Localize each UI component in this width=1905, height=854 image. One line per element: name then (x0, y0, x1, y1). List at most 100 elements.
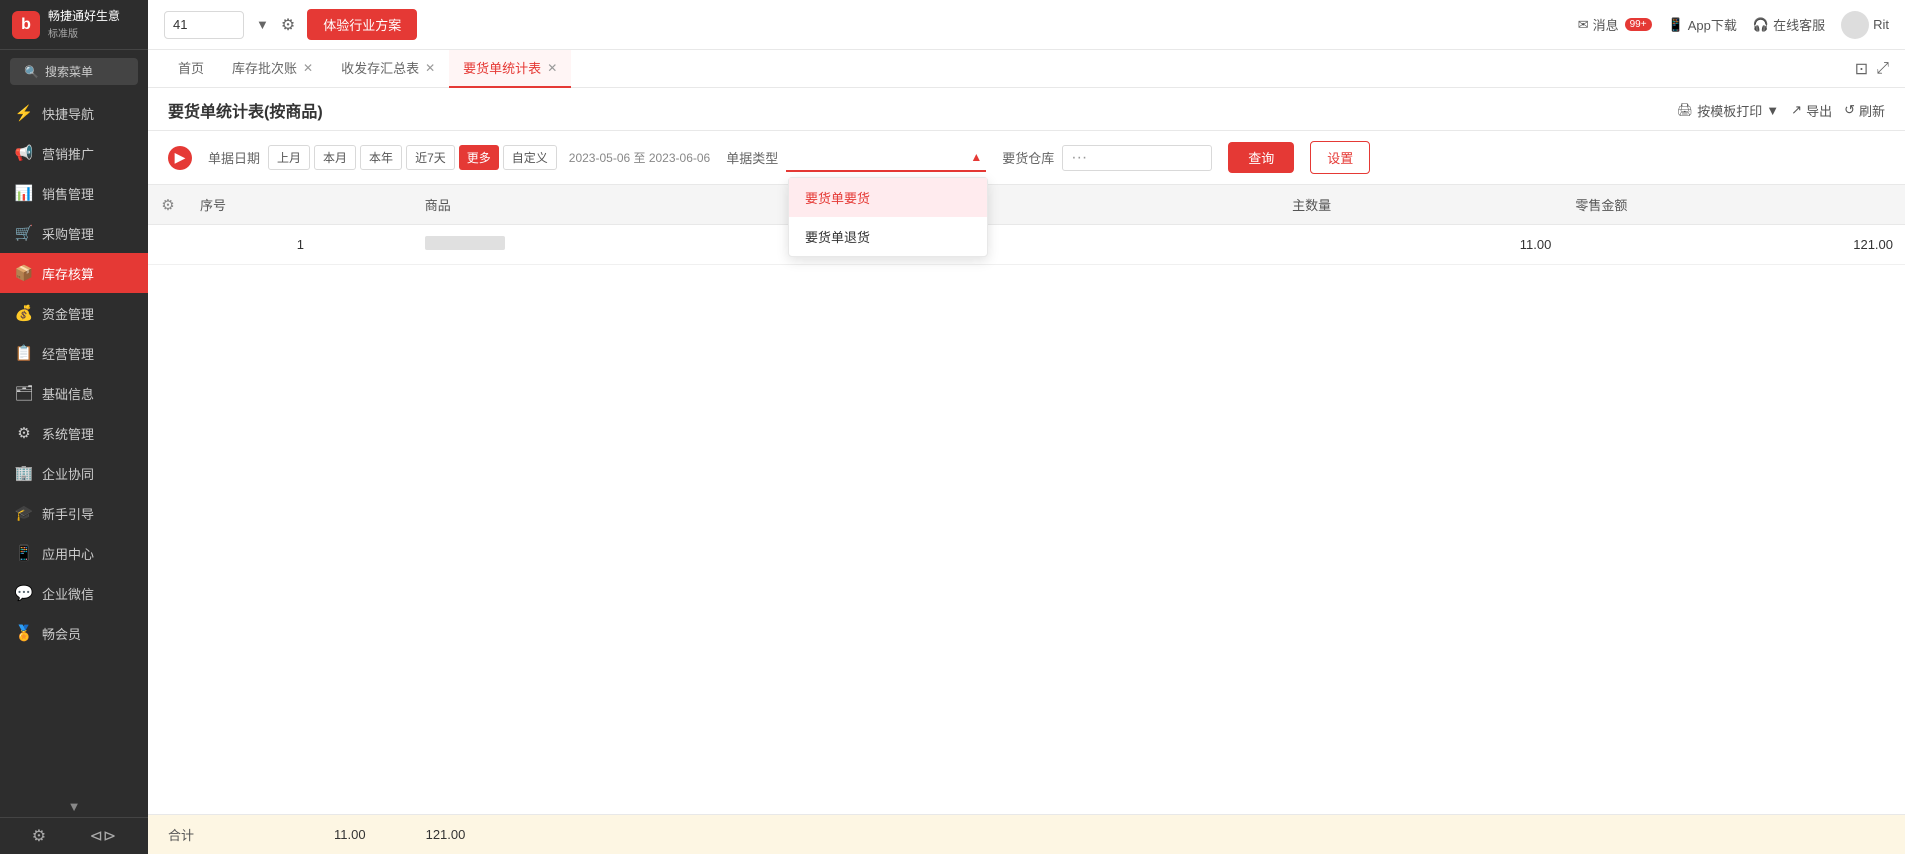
date-btn-last7[interactable]: 近7天 (406, 145, 455, 170)
date-btn-current-month[interactable]: 本月 (314, 145, 356, 170)
tabs-bar: 首页 库存批次账 ✕ 收发存汇总表 ✕ 要货单统计表 ✕ ⊡ ⤢ (148, 50, 1905, 88)
date-btn-prev-month[interactable]: 上月 (268, 145, 310, 170)
tab-receipt-summary-close[interactable]: ✕ (425, 61, 435, 75)
col-amount-header: 零售金额 (1563, 185, 1905, 225)
date-filter-label: 单据日期 (208, 148, 260, 167)
username-label: Rit (1873, 17, 1889, 32)
warehouse-select[interactable]: ··· (1062, 145, 1212, 171)
col-gear-icon[interactable]: ⚙ (161, 197, 174, 214)
refresh-label: 刷新 (1859, 101, 1885, 120)
sidebar-item-operation[interactable]: 📋 经营管理 (0, 333, 148, 373)
print-dropdown-icon: ▼ (1766, 103, 1779, 118)
quick-nav-label: 快捷导航 (42, 104, 94, 123)
sidebar-nav: ⚡ 快捷导航 📢 营销推广 📊 销售管理 🛒 采购管理 📦 库存核算 💰 资金管… (0, 93, 148, 795)
date-btn-current-year[interactable]: 本年 (360, 145, 402, 170)
settings-bottom-icon[interactable]: ⚙ (32, 826, 46, 846)
breadcrumb-dropdown[interactable]: ▼ (256, 17, 269, 32)
system-icon: ⚙ (14, 423, 34, 443)
sidebar-item-membership[interactable]: 🏅 畅会员 (0, 613, 148, 653)
sidebar-item-quick-nav[interactable]: ⚡ 快捷导航 (0, 93, 148, 133)
table-footer: 合计 11.00 121.00 (148, 814, 1905, 854)
tab-fullscreen-icon[interactable]: ⤢ (1876, 60, 1889, 78)
finance-icon: 💰 (14, 303, 34, 323)
tab-expand-icon[interactable]: ⊡ (1855, 59, 1868, 79)
collapse-icon[interactable]: ⊲⊳ (89, 826, 116, 846)
logo-icon: b (12, 11, 40, 39)
order-type-select[interactable]: ▲ (786, 144, 986, 172)
messages-item[interactable]: ✉ 消息 99+ (1578, 15, 1652, 34)
membership-icon: 🏅 (14, 623, 34, 643)
date-btn-custom[interactable]: 自定义 (503, 145, 557, 170)
filter-expand-toggle[interactable]: ▶ (168, 146, 192, 170)
row-index-cell: 1 (188, 225, 413, 265)
print-label: 按模板打印 (1697, 101, 1762, 120)
query-button[interactable]: 查询 (1228, 142, 1294, 173)
sidebar-item-inventory[interactable]: 📦 库存核算 (0, 253, 148, 293)
system-label: 系统管理 (42, 424, 94, 443)
data-table: ⚙ 序号 商品 主计量单位 主数量 零售金额 1 (148, 185, 1905, 265)
header-right: ✉ 消息 99+ 📱 App下载 🎧 在线客服 Rit (1578, 11, 1889, 39)
guide-icon: 🎓 (14, 503, 34, 523)
tab-receipt-summary[interactable]: 收发存汇总表 ✕ (327, 50, 449, 88)
sidebar-item-sales[interactable]: 📊 销售管理 (0, 173, 148, 213)
page-area: 要货单统计表(按商品) 🖨 按模板打印 ▼ ↗ 导出 ↺ 刷新 ▶ (148, 88, 1905, 854)
sidebar-item-system[interactable]: ⚙ 系统管理 (0, 413, 148, 453)
row-quantity-cell: 11.00 (1280, 225, 1563, 265)
online-service-item[interactable]: 🎧 在线客服 (1753, 15, 1825, 34)
sidebar-item-wechat[interactable]: 💬 企业微信 (0, 573, 148, 613)
tab-order-stats-close[interactable]: ✕ (547, 61, 557, 75)
page-title: 要货单统计表(按商品) (168, 98, 323, 122)
date-btn-more[interactable]: 更多 (459, 145, 499, 170)
sidebar-item-marketing[interactable]: 📢 营销推广 (0, 133, 148, 173)
operation-icon: 📋 (14, 343, 34, 363)
app-center-label: 应用中心 (42, 544, 94, 563)
trial-button[interactable]: 体验行业方案 (307, 9, 417, 40)
sidebar-item-purchase[interactable]: 🛒 采购管理 (0, 213, 148, 253)
breadcrumb-input[interactable] (164, 11, 244, 39)
dropdown-item-order-goods[interactable]: 要货单要货 (789, 178, 987, 217)
tab-batch-account-label: 库存批次账 (232, 58, 297, 77)
sidebar-item-basic[interactable]: 🗂 基础信息 (0, 373, 148, 413)
print-button[interactable]: 🖨 按模板打印 ▼ (1677, 101, 1779, 120)
page-header-actions: 🖨 按模板打印 ▼ ↗ 导出 ↺ 刷新 (1677, 101, 1885, 120)
sidebar-scroll-down[interactable]: ▼ (0, 795, 148, 817)
logo-text-area: 畅捷通好生意 标准版 (48, 9, 120, 40)
purchase-icon: 🛒 (14, 223, 34, 243)
app-download-item[interactable]: 📱 App下载 (1668, 15, 1737, 34)
tab-batch-account[interactable]: 库存批次账 ✕ (218, 50, 327, 88)
order-type-filter-group: 单据类型 ▲ (726, 144, 986, 172)
sidebar: b 畅捷通好生意 标准版 🔍 搜索菜单 ⚡ 快捷导航 📢 营销推广 📊 销售管理… (0, 0, 148, 854)
header-gear-icon[interactable]: ⚙ (281, 15, 295, 35)
wechat-icon: 💬 (14, 583, 34, 603)
date-range-text: 2023-05-06 至 2023-06-06 (569, 149, 710, 166)
refresh-button[interactable]: ↺ 刷新 (1844, 101, 1885, 120)
search-icon: 🔍 (24, 65, 39, 79)
tabs-actions: ⊡ ⤢ (1855, 59, 1889, 79)
search-label: 搜索菜单 (45, 63, 93, 80)
enterprise-label: 企业协同 (42, 464, 94, 483)
tab-order-stats-label: 要货单统计表 (463, 58, 541, 77)
dropdown-arrow-icon: ▼ (256, 17, 269, 32)
sales-icon: 📊 (14, 183, 34, 203)
export-icon: ↗ (1791, 102, 1802, 118)
sidebar-item-guide[interactable]: 🎓 新手引导 (0, 493, 148, 533)
sidebar-item-enterprise[interactable]: 🏢 企业协同 (0, 453, 148, 493)
dropdown-item-return-goods[interactable]: 要货单退货 (789, 217, 987, 256)
warehouse-filter-group: 要货仓库 ··· (1002, 145, 1212, 171)
logo-area: b 畅捷通好生意 标准版 (0, 0, 148, 50)
tab-order-stats[interactable]: 要货单统计表 ✕ (449, 50, 571, 88)
sidebar-item-finance[interactable]: 💰 资金管理 (0, 293, 148, 333)
wechat-label: 企业微信 (42, 584, 94, 603)
export-button[interactable]: ↗ 导出 (1791, 101, 1832, 120)
order-type-label: 单据类型 (726, 148, 778, 167)
filter-bar: ▶ 单据日期 上月 本月 本年 近7天 更多 自定义 2023-05-06 至 … (148, 131, 1905, 185)
product-placeholder (425, 236, 505, 250)
finance-label: 资金管理 (42, 304, 94, 323)
footer-quantity: 11.00 (334, 827, 366, 842)
filter-settings-button[interactable]: 设置 (1310, 141, 1370, 174)
tab-batch-account-close[interactable]: ✕ (303, 61, 313, 75)
sidebar-search[interactable]: 🔍 搜索菜单 (10, 58, 138, 85)
user-avatar-area[interactable]: Rit (1841, 11, 1889, 39)
tab-home[interactable]: 首页 (164, 50, 218, 88)
sidebar-item-app-center[interactable]: 📱 应用中心 (0, 533, 148, 573)
